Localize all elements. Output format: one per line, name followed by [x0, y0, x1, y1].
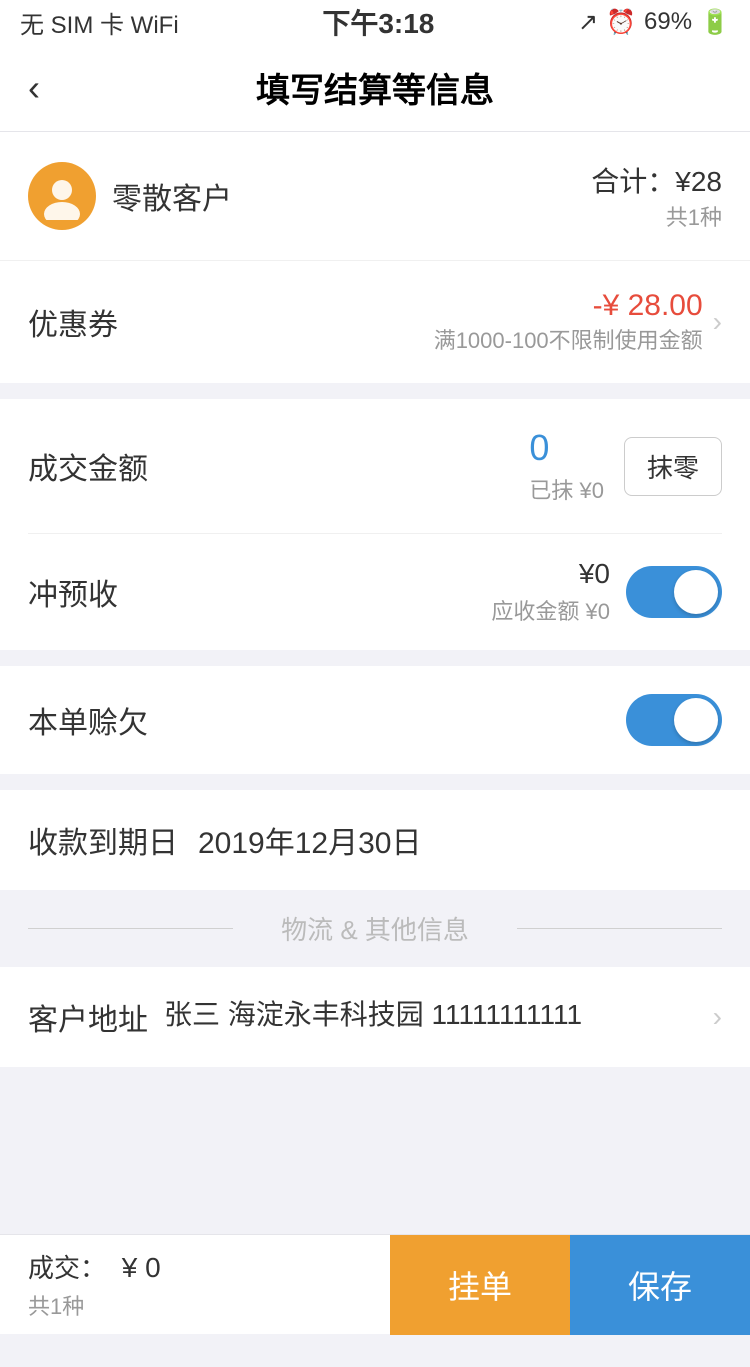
deal-amount-value: 0 [529, 427, 604, 469]
coupon-desc: 满1000-100不限制使用金额 [434, 323, 703, 355]
rounded-sub: 已抹 ¥0 [529, 473, 604, 505]
bottom-bar: 成交： ¥ 0 共1种 挂单 保存 [0, 1234, 750, 1334]
due-date-value: 2019年12月30日 [198, 818, 421, 862]
address-label: 客户地址 [28, 995, 148, 1039]
bottom-deal-label: 成交： [28, 1253, 106, 1283]
customer-section: 零散客户 合计：¥28 共1种 优惠券 -¥ 28.00 满1000-100不限… [0, 132, 750, 383]
debt-toggle-knob [674, 698, 718, 742]
prepay-receivable: 应收金额 ¥0 [491, 594, 610, 626]
bottom-count: 共1种 [28, 1289, 362, 1321]
divider-line-left [28, 928, 233, 929]
save-button[interactable]: 保存 [570, 1235, 750, 1335]
location-icon: ↗ [578, 8, 598, 37]
customer-row: 零散客户 合计：¥28 共1种 [0, 132, 750, 260]
customer-total: 合计：¥28 [591, 160, 722, 200]
back-button[interactable]: ‹ [28, 67, 40, 109]
prepay-label: 冲预收 [28, 570, 118, 614]
address-section[interactable]: 客户地址 张三 海淀永丰科技园 11111111111 › [0, 967, 750, 1067]
bottom-deal-amount: ¥ 0 [122, 1252, 161, 1283]
status-bar: 无 SIM 卡 WiFi 下午3:18 ↗ ⏰ 69% 🔋 [0, 0, 750, 44]
customer-count: 共1种 [591, 200, 722, 232]
date-section: 收款到期日 2019年12月30日 [0, 790, 750, 890]
address-value: 张三 海淀永丰科技园 11111111111 [164, 995, 582, 1034]
logistics-divider: 物流 & 其他信息 [0, 890, 750, 967]
prepay-amount-block: ¥0 应收金额 ¥0 [491, 558, 610, 626]
address-left: 客户地址 张三 海淀永丰科技园 11111111111 [28, 995, 582, 1039]
nav-bar: ‹ 填写结算等信息 [0, 44, 750, 132]
status-right: ↗ ⏰ 69% 🔋 [578, 8, 730, 37]
alarm-icon: ⏰ [606, 8, 636, 37]
avatar [28, 162, 96, 230]
coupon-right: -¥ 28.00 满1000-100不限制使用金额 › [434, 289, 722, 355]
deal-amount-row: 成交金额 0 已抹 ¥0 抹零 [0, 399, 750, 533]
prepay-toggle[interactable] [626, 566, 722, 618]
debt-section: 本单赊欠 [0, 666, 750, 774]
customer-name: 零散客户 [112, 174, 232, 218]
coupon-discount: -¥ 28.00 [434, 289, 703, 323]
coupon-info: -¥ 28.00 满1000-100不限制使用金额 [434, 289, 703, 355]
battery-text: 69% [644, 8, 692, 36]
prepay-right: ¥0 应收金额 ¥0 [491, 558, 722, 626]
date-row: 收款到期日 2019年12月30日 [28, 818, 722, 862]
customer-right: 合计：¥28 共1种 [591, 160, 722, 232]
deal-amount-label: 成交金额 [28, 444, 148, 488]
main-content: 零散客户 合计：¥28 共1种 优惠券 -¥ 28.00 满1000-100不限… [0, 132, 750, 1367]
toggle-knob [674, 570, 718, 614]
debt-label: 本单赊欠 [28, 698, 148, 742]
customer-left: 零散客户 [28, 162, 232, 230]
bottom-info: 成交： ¥ 0 共1种 [0, 1248, 390, 1321]
prepay-row: 冲预收 ¥0 应收金额 ¥0 [0, 534, 750, 650]
amount-section: 成交金额 0 已抹 ¥0 抹零 冲预收 ¥0 应收金额 ¥0 [0, 399, 750, 650]
bottom-deal-row: 成交： ¥ 0 [28, 1248, 362, 1285]
amount-value-block: 0 已抹 ¥0 [529, 427, 604, 505]
coupon-chevron-icon: › [713, 306, 722, 338]
coupon-row[interactable]: 优惠券 -¥ 28.00 满1000-100不限制使用金额 › [0, 260, 750, 383]
due-date-label: 收款到期日 [28, 818, 178, 862]
sim-status: 无 SIM 卡 WiFi [20, 5, 179, 40]
prepay-amount-value: ¥0 [491, 558, 610, 590]
round-button[interactable]: 抹零 [624, 437, 722, 496]
status-time: 下午3:18 [322, 2, 434, 42]
coupon-label: 优惠券 [28, 300, 118, 344]
logistics-text: 物流 & 其他信息 [281, 910, 469, 947]
deal-amount-right: 0 已抹 ¥0 抹零 [529, 427, 722, 505]
status-left: 无 SIM 卡 WiFi [20, 5, 179, 40]
divider-line-right [517, 928, 722, 929]
address-chevron-icon: › [713, 1001, 722, 1033]
debt-toggle[interactable] [626, 694, 722, 746]
page-title: 填写结算等信息 [256, 63, 494, 112]
battery-icon: 🔋 [700, 8, 730, 37]
hold-order-button[interactable]: 挂单 [390, 1235, 570, 1335]
